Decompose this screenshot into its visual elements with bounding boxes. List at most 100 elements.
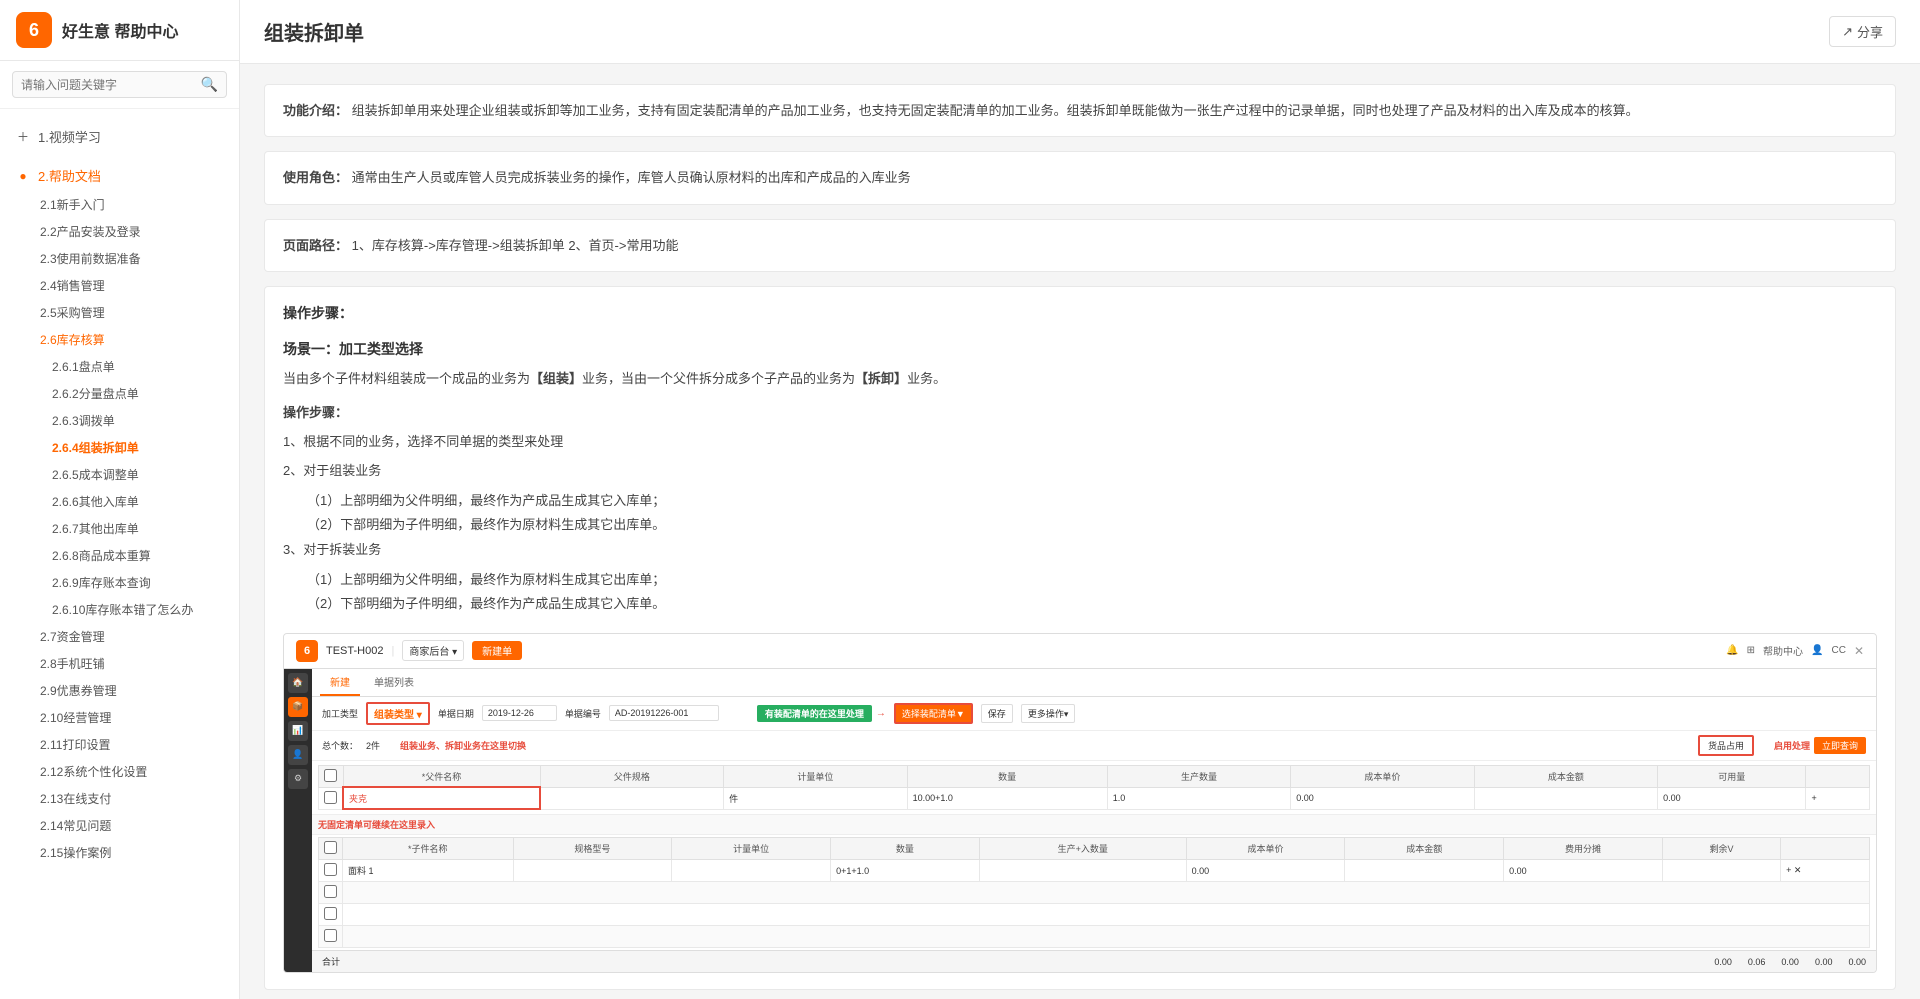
- search-input[interactable]: [21, 78, 201, 92]
- search-goods-input[interactable]: 货品占用: [1698, 735, 1754, 756]
- col-c-allot: 费用分摊: [1504, 838, 1663, 860]
- sidebar-item-beginner[interactable]: 2.1新手入门: [0, 191, 239, 218]
- sidebar-item-cases[interactable]: 2.15操作案例: [0, 839, 239, 866]
- col-parent-name: *父件名称: [343, 765, 540, 787]
- sidebar-item-print[interactable]: 2.11打印设置: [0, 731, 239, 758]
- sidebar-item-ledger-fix[interactable]: 2.6.10库存账本错了怎么办: [0, 596, 239, 623]
- step1: 1、根据不同的业务，选择不同单据的类型来处理: [283, 430, 1877, 453]
- sidebar-item-dataprep[interactable]: 2.3使用前数据准备: [0, 245, 239, 272]
- sidebar-item-other-in[interactable]: 2.6.6其他入库单: [0, 488, 239, 515]
- sidebar-item-faq[interactable]: 2.14常见问题: [0, 812, 239, 839]
- select-all-parent[interactable]: [324, 769, 337, 782]
- search-area: 🔍: [0, 61, 239, 109]
- sidebar-item-mobile[interactable]: 2.8手机旺铺: [0, 650, 239, 677]
- input-date[interactable]: 2019-12-26: [482, 705, 557, 721]
- app-tabs: 新建 单据列表: [312, 669, 1876, 697]
- sidebar-item-cost-recalc[interactable]: 2.6.8商品成本重算: [0, 542, 239, 569]
- sidebar-inventory-icon[interactable]: 📦: [288, 697, 308, 717]
- sidebar-item-purchase[interactable]: 2.5采购管理: [0, 299, 239, 326]
- sidebar-item-coupon[interactable]: 2.9优惠券管理: [0, 677, 239, 704]
- col-c-remain: 剩余V: [1662, 838, 1780, 860]
- sidebar-chart-icon[interactable]: 📊: [288, 721, 308, 741]
- sidebar-item-inventory[interactable]: 2.6库存核算: [0, 326, 239, 353]
- close-icon[interactable]: ✕: [1854, 644, 1864, 658]
- btn-save[interactable]: 保存: [981, 704, 1013, 723]
- sidebar-item-allot-check[interactable]: 2.6.2分量盘点单: [0, 380, 239, 407]
- cell-prod-qty-1: 1.0: [1107, 787, 1290, 809]
- sidebar-user-icon[interactable]: 👤: [288, 745, 308, 765]
- child-check-4[interactable]: [324, 929, 337, 942]
- cell-qty-1: 10.00+1.0: [907, 787, 1107, 809]
- child-row-2: [319, 882, 1870, 904]
- row-check-1[interactable]: [324, 791, 337, 804]
- sidebar-item-customize[interactable]: 2.12系统个性化设置: [0, 758, 239, 785]
- sidebar-item-stock-check[interactable]: 2.6.1盘点单: [0, 353, 239, 380]
- sidebar-item-sales[interactable]: 2.4销售管理: [0, 272, 239, 299]
- col-c-cost-price: 成本单价: [1186, 838, 1345, 860]
- function-label: 功能介绍：: [283, 103, 348, 118]
- sidebar-item-cost-adj[interactable]: 2.6.5成本调整单: [0, 461, 239, 488]
- child-prod-1: [979, 860, 1186, 882]
- page-title: 组装拆卸单: [264, 17, 364, 46]
- sidebar-home-icon[interactable]: 🏠: [288, 673, 308, 693]
- child-remain-1: [1662, 860, 1780, 882]
- cell-spec-1: [540, 787, 723, 809]
- bell-icon: 🔔: [1726, 645, 1738, 656]
- parent-table: *父件名称 父件规格 计量单位 数量 生产数量 成本单价 成本金额 可用量: [318, 765, 1870, 811]
- label-docno: 单据编号: [565, 707, 601, 720]
- sidebar-item-install[interactable]: 2.2产品安装及登录: [0, 218, 239, 245]
- sidebar-item-transfer[interactable]: 2.6.3调拨单: [0, 407, 239, 434]
- app-btn-new[interactable]: 新建单: [472, 641, 522, 660]
- child-empty-4: [343, 926, 1870, 948]
- total-count-label: 总个数：: [322, 739, 358, 752]
- child-empty-2: [343, 882, 1870, 904]
- col-c-unit: 计量单位: [672, 838, 831, 860]
- app-main-content: 新建 单据列表 加工类型 组装类型 ▾ 单据日期 2019-12-26 单据编号: [312, 669, 1876, 973]
- app-left-sidebar: 🏠 📦 📊 👤 ⚙: [284, 669, 312, 973]
- step3-2: （2）下部明细为子件明细，最终作为产成品生成其它入库单。: [283, 592, 1877, 617]
- share-button[interactable]: ↗ 分享: [1829, 16, 1896, 47]
- child-empty-3: [343, 904, 1870, 926]
- sidebar-item-ledger[interactable]: 2.6.9库存账本查询: [0, 569, 239, 596]
- help-icon: 帮助中心: [1763, 643, 1803, 658]
- steps-title: 操作步骤：: [283, 303, 1877, 323]
- cell-parent-name-1: 夹克: [343, 787, 540, 809]
- sidebar-item-online-pay[interactable]: 2.13在线支付: [0, 785, 239, 812]
- footer-val4: 0.00: [1815, 957, 1833, 967]
- search-icon[interactable]: 🔍: [201, 76, 218, 93]
- btn-query[interactable]: 立即查询: [1814, 737, 1866, 754]
- step2-2: （2）下部明细为子件明细，最终作为原材料生成其它出库单。: [283, 513, 1877, 538]
- sidebar-gear-icon[interactable]: ⚙: [288, 769, 308, 789]
- footer-val1: 0.00: [1714, 957, 1732, 967]
- sidebar-item-ops[interactable]: 2.10经营管理: [0, 704, 239, 731]
- role-block: 使用角色： 通常由生产人员或库管人员完成拆装业务的操作，库管人员确认原材料的出库…: [264, 151, 1896, 204]
- tab-list[interactable]: 单据列表: [364, 669, 424, 696]
- apps-icon: ⊞: [1747, 645, 1755, 656]
- child-table-area: *子件名称 规格型号 计量单位 数量 生产+入数量 成本单价 成本金额 费用分摊: [312, 835, 1876, 950]
- tab-new[interactable]: 新建: [320, 669, 360, 696]
- app-module-select[interactable]: 商家后台 ▾: [402, 640, 464, 661]
- btn-select-bom[interactable]: 选择装配清单▼: [894, 703, 973, 724]
- cell-cost-amt-1: [1474, 787, 1657, 809]
- sidebar-item-other-out[interactable]: 2.6.7其他出库单: [0, 515, 239, 542]
- logo-icon: 6: [16, 12, 52, 48]
- type-select[interactable]: 组装类型 ▾: [366, 702, 430, 725]
- parent-table-area: *父件名称 父件规格 计量单位 数量 生产数量 成本单价 成本金额 可用量: [312, 761, 1876, 816]
- btn-more[interactable]: 更多操作▾: [1021, 704, 1076, 723]
- label-type: 加工类型: [322, 707, 358, 720]
- logo-area: 6 好生意 帮助中心: [0, 0, 239, 61]
- child-check-3[interactable]: [324, 907, 337, 920]
- sidebar-item-video[interactable]: ＋ 1.视频学习: [0, 121, 239, 152]
- sidebar-item-assembly[interactable]: 2.6.4组装拆卸单: [0, 434, 239, 461]
- nav-section-1: ＋ 1.视频学习: [0, 117, 239, 156]
- col-c-cost-amt: 成本金额: [1345, 838, 1504, 860]
- total-count-val: 2件: [366, 739, 380, 752]
- select-all-child[interactable]: [324, 841, 337, 854]
- sidebar-item-docs[interactable]: ● 2.帮助文档: [0, 160, 239, 191]
- input-docno[interactable]: AD-20191226-001: [609, 705, 719, 721]
- child-amt-1: [1345, 860, 1504, 882]
- child-check-2[interactable]: [324, 885, 337, 898]
- footer-total-label: 合计: [322, 955, 340, 968]
- sidebar-item-capital[interactable]: 2.7资金管理: [0, 623, 239, 650]
- child-check-1[interactable]: [324, 863, 337, 876]
